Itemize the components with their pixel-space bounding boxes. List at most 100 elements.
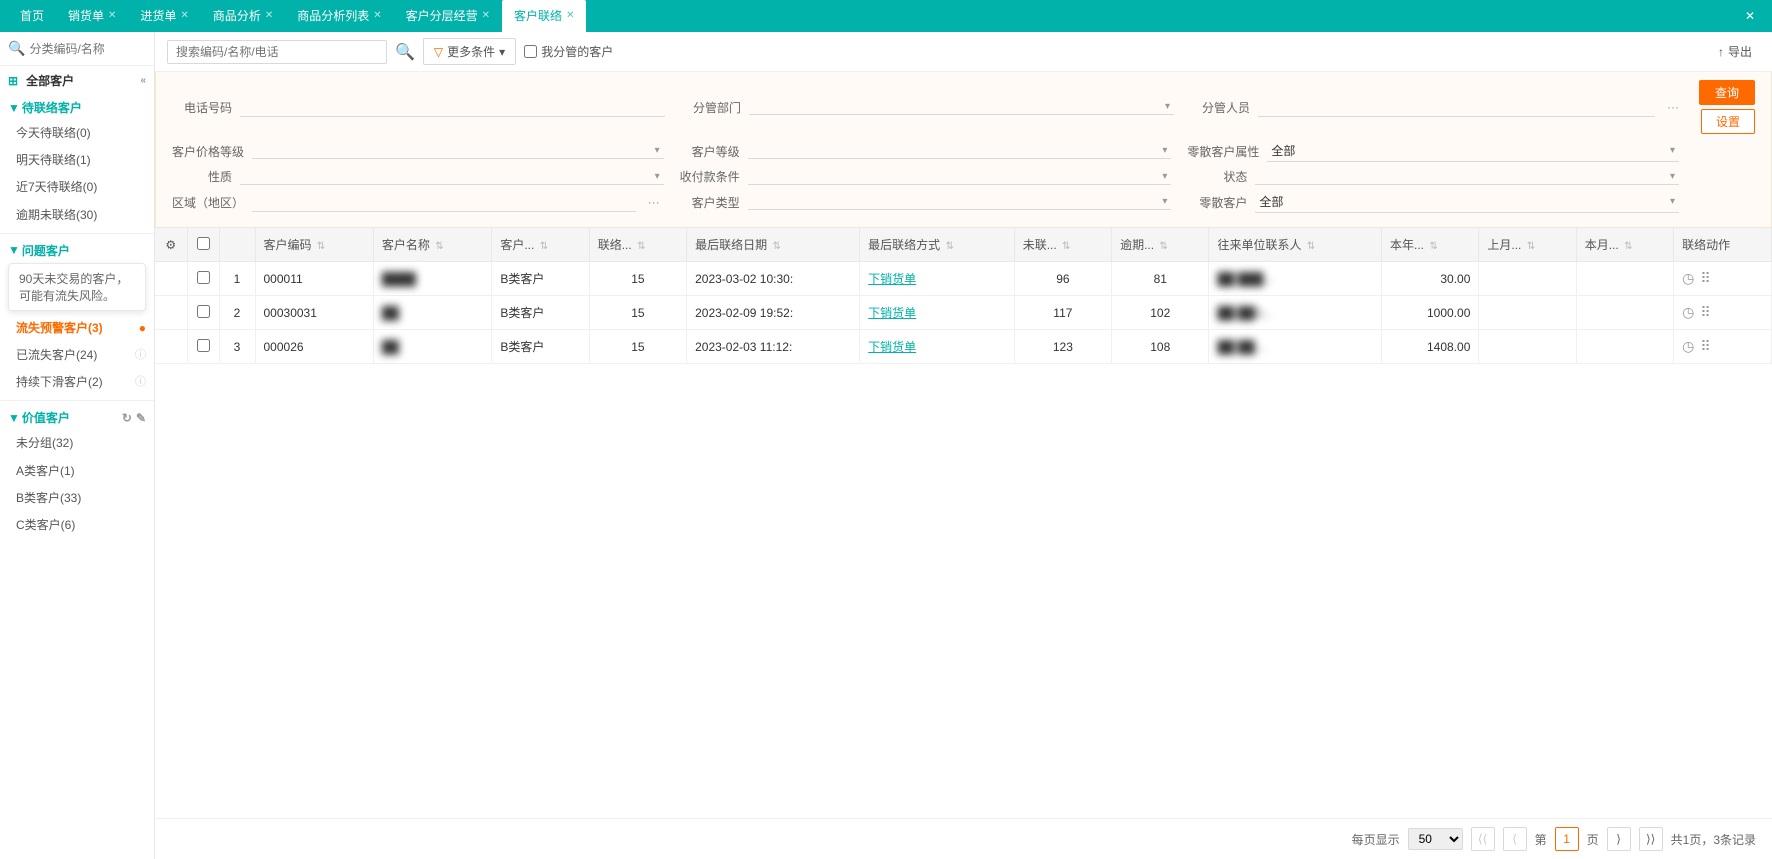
row-checkbox-1[interactable] (187, 296, 219, 330)
collapse-arrow-icon[interactable]: « (140, 75, 146, 86)
nav-analysis[interactable]: 商品分析 ✕ (201, 0, 285, 32)
close-analysis-list-icon[interactable]: ✕ (373, 0, 381, 32)
customer-grade-select[interactable]: ▾ (748, 143, 1172, 159)
last-month-th[interactable]: 上月... ⇅ (1479, 228, 1576, 262)
sidebar: 🔍 ⊞ 全部客户 « ▼ 待联络客户 今天待联络(0) 明天待联络(1) 近7天… (0, 32, 155, 859)
last-contact-date-th[interactable]: 最后联络日期 ⇅ (687, 228, 860, 262)
sidebar-item-a-class[interactable]: A类客户(1) (0, 458, 154, 485)
row-checkbox-input-0[interactable] (197, 271, 210, 284)
sidebar-search-input[interactable] (29, 42, 155, 56)
row-action-icons-2: ◷ ⠿ (1682, 338, 1763, 355)
sidebar-item-overdue-contact[interactable]: 逾期未联络(30) (0, 202, 154, 229)
nav-purchase[interactable]: 进货单 ✕ (128, 0, 200, 32)
overdue-th[interactable]: 逾期... ⇅ (1112, 228, 1209, 262)
sidebar-item-ungrouped[interactable]: 未分组(32) (0, 430, 154, 457)
close-purchase-icon[interactable]: ✕ (180, 0, 188, 32)
export-btn[interactable]: ↑ 导出 (1710, 39, 1760, 64)
person-input[interactable] (1258, 98, 1655, 117)
not-contact-sort-icon: ⇅ (1062, 241, 1070, 252)
refresh-icon[interactable]: ↻ (122, 411, 132, 425)
select-all-checkbox[interactable] (197, 237, 210, 250)
row-last-method-0[interactable]: 下销货单 (860, 262, 1015, 296)
phone-input[interactable] (240, 98, 665, 117)
close-customer-tier-icon[interactable]: ✕ (482, 0, 490, 32)
settings-btn[interactable]: 设置 (1701, 109, 1755, 134)
code-th[interactable]: 客户编码 ⇅ (255, 228, 373, 262)
name-th[interactable]: 客户名称 ⇅ (373, 228, 491, 262)
row-checkbox-input-1[interactable] (197, 305, 210, 318)
close-analysis-icon[interactable]: ✕ (265, 0, 273, 32)
row-contact-0: 15 (589, 262, 686, 296)
last-method-link-0[interactable]: 下销货单 (868, 272, 916, 286)
sidebar-item-churned[interactable]: 已流失客户(24) ⓘ (0, 342, 154, 369)
more-action-icon-0[interactable]: ⠿ (1700, 270, 1710, 287)
sidebar-item-c-class[interactable]: C类客户(6) (0, 512, 154, 539)
contact-action-icon-0[interactable]: ◷ (1682, 270, 1694, 287)
unit-contact-th[interactable]: 往来单位联系人 ⇅ (1209, 228, 1382, 262)
more-conditions-btn[interactable]: ▽ 更多条件 ▾ (423, 38, 516, 65)
person-dots-icon[interactable]: ··· (1663, 98, 1683, 116)
prev-page-btn[interactable]: ⟨ (1503, 827, 1527, 851)
row-checkbox-0[interactable] (187, 262, 219, 296)
more-action-icon-2[interactable]: ⠿ (1700, 338, 1710, 355)
name-sort-icon: ⇅ (435, 241, 443, 252)
dept-select[interactable]: ▾ (749, 99, 1174, 115)
row-overdue-1: 102 (1112, 296, 1209, 330)
region-dots-icon[interactable]: ··· (644, 193, 664, 211)
last-method-link-1[interactable]: 下销货单 (868, 306, 916, 320)
row-num-0: 1 (219, 262, 255, 296)
this-month-th[interactable]: 本月... ⇅ (1576, 228, 1673, 262)
type-th[interactable]: 客户... ⇅ (492, 228, 589, 262)
last-method-link-2[interactable]: 下销货单 (868, 340, 916, 354)
window-close-button[interactable]: ✕ (1736, 2, 1764, 30)
value-customer-section[interactable]: ▼ 价值客户 ↻ ✎ (0, 405, 154, 430)
next-page-btn[interactable]: ⟩ (1607, 827, 1631, 851)
property-select[interactable]: ▾ (240, 169, 664, 185)
sidebar-item-b-class[interactable]: B类客户(33) (0, 485, 154, 512)
region-input[interactable] (252, 193, 636, 212)
all-customers-header[interactable]: ⊞ 全部客户 « (0, 66, 154, 95)
per-page-select[interactable]: 50 100 200 (1408, 828, 1463, 850)
contact-action-icon-2[interactable]: ◷ (1682, 338, 1694, 355)
problem-customer-section[interactable]: ▼ 问题客户 (0, 238, 154, 263)
not-contact-th[interactable]: 未联... ⇅ (1014, 228, 1111, 262)
price-grade-select[interactable]: ▾ (252, 143, 664, 159)
status-select[interactable]: ▾ (1255, 169, 1679, 185)
payment-select[interactable]: ▾ (748, 169, 1172, 185)
gear-th[interactable]: ⚙ (155, 228, 187, 262)
nav-sales[interactable]: 销货单 ✕ (56, 0, 128, 32)
edit-icon[interactable]: ✎ (136, 411, 146, 425)
upload-icon: ↑ (1718, 45, 1724, 59)
this-year-th[interactable]: 本年... ⇅ (1382, 228, 1479, 262)
zero-retail-attr-select[interactable]: 全部 ▾ (1267, 140, 1679, 162)
row-checkbox-input-2[interactable] (197, 339, 210, 352)
sidebar-item-week-contact[interactable]: 近7天待联络(0) (0, 174, 154, 201)
sidebar-item-tomorrow-contact[interactable]: 明天待联络(1) (0, 147, 154, 174)
my-customers-checkbox[interactable] (524, 45, 537, 58)
sidebar-item-declining[interactable]: 持续下滑客户(2) ⓘ (0, 369, 154, 396)
close-customer-contact-icon[interactable]: ✕ (566, 0, 574, 32)
row-last-method-2[interactable]: 下销货单 (860, 330, 1015, 364)
more-action-icon-1[interactable]: ⠿ (1700, 304, 1710, 321)
sidebar-item-churn-warning[interactable]: 流失预警客户(3) ● (0, 315, 154, 342)
filter-search-input[interactable] (167, 40, 387, 64)
nav-customer-tier[interactable]: 客户分层经营 ✕ (394, 0, 502, 32)
row-checkbox-2[interactable] (187, 330, 219, 364)
search-icon-filter[interactable]: 🔍 (395, 42, 415, 62)
my-customers-checkbox-label[interactable]: 我分管的客户 (524, 43, 613, 60)
pending-contact-section[interactable]: ▼ 待联络客户 (0, 95, 154, 120)
last-contact-method-th[interactable]: 最后联络方式 ⇅ (860, 228, 1015, 262)
nav-home[interactable]: 首页 (8, 0, 56, 32)
zero-retail-select[interactable]: 全部 ▾ (1255, 191, 1679, 213)
nav-analysis-list[interactable]: 商品分析列表 ✕ (285, 0, 393, 32)
last-page-btn[interactable]: ⟩⟩ (1639, 827, 1663, 851)
contact-action-icon-1[interactable]: ◷ (1682, 304, 1694, 321)
contact-th[interactable]: 联络... ⇅ (589, 228, 686, 262)
close-sales-icon[interactable]: ✕ (108, 0, 116, 32)
nav-customer-contact[interactable]: 客户联络 ✕ (502, 0, 586, 32)
row-last-method-1[interactable]: 下销货单 (860, 296, 1015, 330)
sidebar-item-today-contact[interactable]: 今天待联络(0) (0, 120, 154, 147)
query-btn[interactable]: 查询 (1699, 80, 1755, 105)
customer-type-select[interactable]: ▾ (748, 194, 1172, 210)
first-page-btn[interactable]: ⟨⟨ (1471, 827, 1495, 851)
